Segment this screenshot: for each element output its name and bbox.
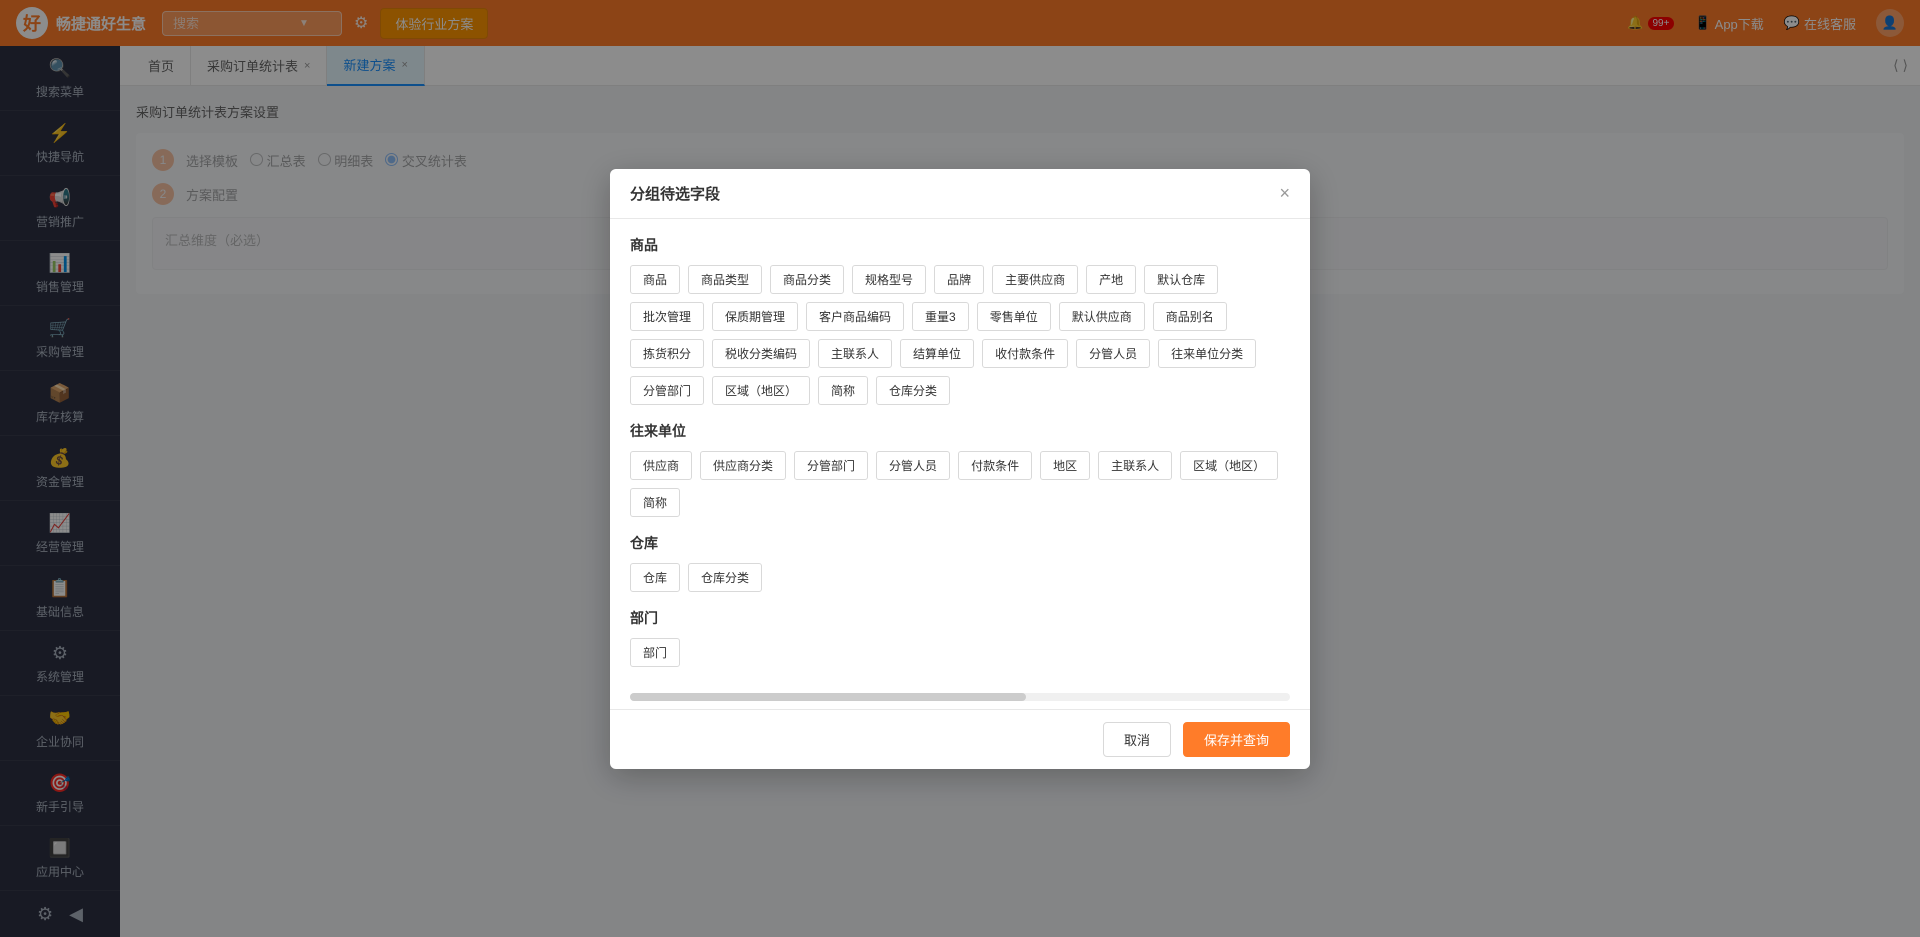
field-tag-goods-type[interactable]: 商品类型 bbox=[688, 265, 762, 294]
section-title-counterpart: 往来单位 bbox=[630, 421, 1290, 441]
field-tag-customer-code[interactable]: 客户商品编码 bbox=[806, 302, 904, 331]
modal-footer: 取消 保存并查询 bbox=[610, 709, 1310, 769]
field-tag-region2[interactable]: 区域（地区） bbox=[1180, 451, 1278, 480]
modal-hscroll-thumb bbox=[630, 693, 1026, 701]
modal-hscroll-track bbox=[630, 693, 1290, 701]
field-tag-area[interactable]: 地区 bbox=[1040, 451, 1090, 480]
field-tag-weight3[interactable]: 重量3 bbox=[912, 302, 969, 331]
field-tag-supplier[interactable]: 供应商 bbox=[630, 451, 692, 480]
field-tag-main-contact[interactable]: 主联系人 bbox=[818, 339, 892, 368]
field-tag-main-supplier[interactable]: 主要供应商 bbox=[992, 265, 1078, 294]
cancel-button[interactable]: 取消 bbox=[1103, 722, 1171, 757]
field-tag-spec-model[interactable]: 规格型号 bbox=[852, 265, 926, 294]
field-tag-supplier-category[interactable]: 供应商分类 bbox=[700, 451, 786, 480]
field-tag-pick-points[interactable]: 拣货积分 bbox=[630, 339, 704, 368]
field-tag-batch-mgmt[interactable]: 批次管理 bbox=[630, 302, 704, 331]
section-title-goods: 商品 bbox=[630, 235, 1290, 255]
field-tag-shelf-life[interactable]: 保质期管理 bbox=[712, 302, 798, 331]
field-tag-counterpart-category[interactable]: 往来单位分类 bbox=[1158, 339, 1256, 368]
field-tags-warehouse: 仓库 仓库分类 bbox=[630, 563, 1290, 592]
modal-hscroll-area bbox=[610, 685, 1310, 709]
modal-title: 分组待选字段 bbox=[630, 183, 720, 204]
field-tag-short-name[interactable]: 简称 bbox=[818, 376, 868, 405]
field-tag-supervisor-person[interactable]: 分管人员 bbox=[1076, 339, 1150, 368]
field-tag-default-supplier[interactable]: 默认供应商 bbox=[1059, 302, 1145, 331]
field-tag-brand[interactable]: 品牌 bbox=[934, 265, 984, 294]
field-tag-cp-dept[interactable]: 分管部门 bbox=[794, 451, 868, 480]
field-tag-main-contact2[interactable]: 主联系人 bbox=[1098, 451, 1172, 480]
modal-header: 分组待选字段 × bbox=[610, 169, 1310, 219]
field-tag-short-name2[interactable]: 简称 bbox=[630, 488, 680, 517]
field-tag-dept[interactable]: 部门 bbox=[630, 638, 680, 667]
modal-overlay: 分组待选字段 × 商品 商品 商品类型 商品分类 规格型号 品牌 主要供应商 产… bbox=[0, 0, 1920, 937]
field-tag-payment-cond[interactable]: 付款条件 bbox=[958, 451, 1032, 480]
field-tag-origin[interactable]: 产地 bbox=[1086, 265, 1136, 294]
field-tag-default-warehouse[interactable]: 默认仓库 bbox=[1144, 265, 1218, 294]
section-title-warehouse: 仓库 bbox=[630, 533, 1290, 553]
field-tag-cp-person[interactable]: 分管人员 bbox=[876, 451, 950, 480]
field-tag-payment-terms[interactable]: 收付款条件 bbox=[982, 339, 1068, 368]
field-tags-dept: 部门 bbox=[630, 638, 1290, 667]
field-tag-supervisor-dept[interactable]: 分管部门 bbox=[630, 376, 704, 405]
field-tag-settlement-unit[interactable]: 结算单位 bbox=[900, 339, 974, 368]
field-tag-goods-alias[interactable]: 商品别名 bbox=[1153, 302, 1227, 331]
field-tag-goods-category[interactable]: 商品分类 bbox=[770, 265, 844, 294]
section-title-dept: 部门 bbox=[630, 608, 1290, 628]
field-tag-warehouse-category[interactable]: 仓库分类 bbox=[876, 376, 950, 405]
field-tag-goods[interactable]: 商品 bbox=[630, 265, 680, 294]
field-tag-warehouse-cat[interactable]: 仓库分类 bbox=[688, 563, 762, 592]
modal-close-button[interactable]: × bbox=[1279, 184, 1290, 202]
field-tag-tax-code[interactable]: 税收分类编码 bbox=[712, 339, 810, 368]
field-tag-warehouse[interactable]: 仓库 bbox=[630, 563, 680, 592]
field-tag-region[interactable]: 区域（地区） bbox=[712, 376, 810, 405]
field-tag-retail-unit[interactable]: 零售单位 bbox=[977, 302, 1051, 331]
field-selection-modal: 分组待选字段 × 商品 商品 商品类型 商品分类 规格型号 品牌 主要供应商 产… bbox=[610, 169, 1310, 769]
modal-body: 商品 商品 商品类型 商品分类 规格型号 品牌 主要供应商 产地 默认仓库 批次… bbox=[610, 219, 1310, 685]
field-tags-counterpart: 供应商 供应商分类 分管部门 分管人员 付款条件 地区 主联系人 区域（地区） … bbox=[630, 451, 1290, 517]
field-tags-goods: 商品 商品类型 商品分类 规格型号 品牌 主要供应商 产地 默认仓库 批次管理 … bbox=[630, 265, 1290, 405]
confirm-button[interactable]: 保存并查询 bbox=[1183, 722, 1290, 757]
